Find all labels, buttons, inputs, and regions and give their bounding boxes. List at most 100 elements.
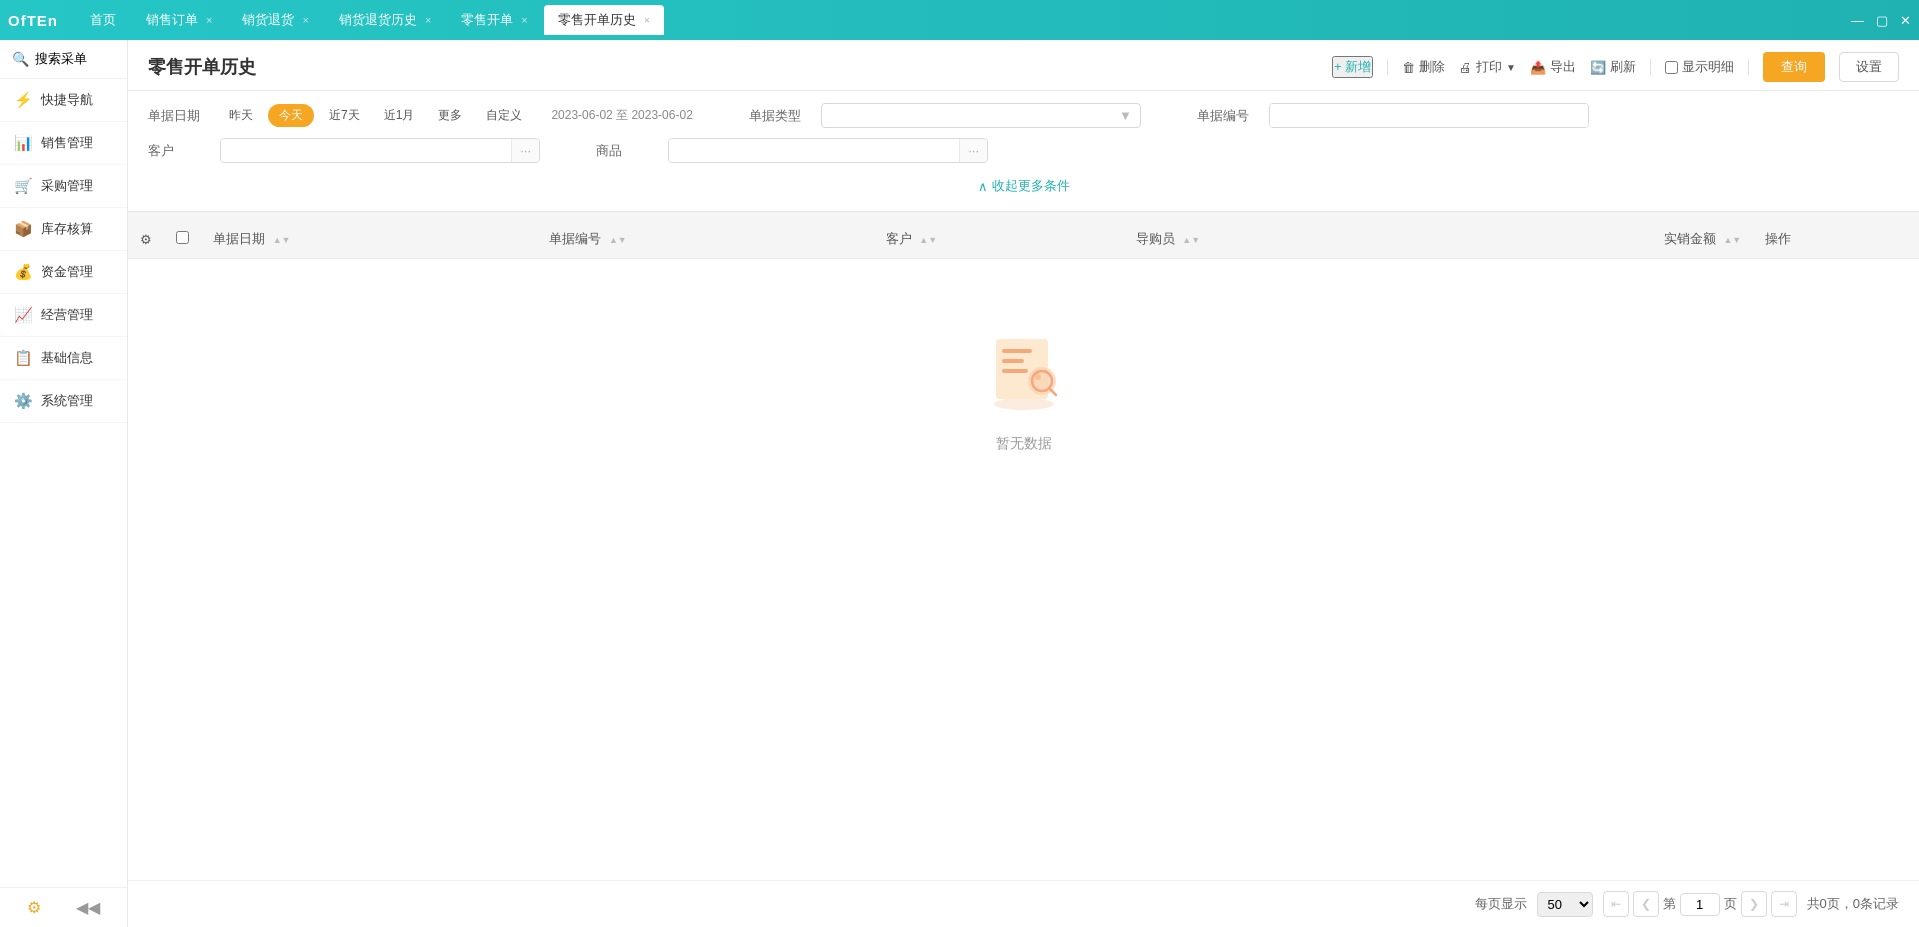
top-bar: OfTEn 首页销售订单×销货退货×销货退货历史×零售开单×零售开单历史× — … (0, 0, 1919, 40)
page-total: 共0页，0条记录 (1807, 895, 1899, 913)
prev-page-btn[interactable]: ❮ (1633, 891, 1659, 917)
collapse-sidebar-icon[interactable]: ◀◀ (76, 898, 100, 917)
customer-input[interactable] (221, 139, 511, 162)
sidebar-item-sales-mgmt[interactable]: 📊 销售管理 (0, 122, 127, 165)
th-date: 单据日期 ▲▼ (201, 220, 537, 259)
print-dropdown-icon: ▼ (1506, 62, 1516, 73)
sidebar-search[interactable]: 🔍 搜索采单 (0, 40, 127, 79)
display-cols-input[interactable] (1665, 61, 1678, 74)
last-page-btn[interactable]: ⇥ (1771, 891, 1797, 917)
maximize-btn[interactable]: ▢ (1876, 13, 1888, 28)
select-all-checkbox[interactable] (176, 231, 189, 244)
export-icon: 📤 (1530, 60, 1546, 75)
bill-type-dropdown[interactable]: ▼ (821, 103, 1141, 128)
date-filter-label: 单据日期 (148, 107, 204, 125)
goods-input[interactable] (669, 139, 959, 162)
sidebar-search-label: 搜索采单 (35, 50, 87, 68)
page-number-input[interactable] (1680, 893, 1720, 916)
page-size-select[interactable]: 10 20 50 100 (1537, 892, 1593, 917)
bill-no-input[interactable] (1270, 104, 1588, 127)
sidebar-item-business[interactable]: 📈 经营管理 (0, 294, 127, 337)
tab-label-sales-order: 销售订单 (146, 11, 198, 29)
tab-label-home: 首页 (90, 11, 116, 29)
th-settings[interactable]: ⚙ (128, 220, 164, 259)
sidebar-item-basic-info[interactable]: 📋 基础信息 (0, 337, 127, 380)
sort-no-icon[interactable]: ▲▼ (609, 235, 627, 245)
tab-retail-open-history[interactable]: 零售开单历史× (544, 5, 664, 35)
sort-amount-icon[interactable]: ▲▼ (1723, 235, 1741, 245)
print-button[interactable]: 🖨 打印 ▼ (1459, 58, 1516, 76)
bill-no-label: 单据编号 (1197, 107, 1253, 125)
tabs-container: 首页销售订单×销货退货×销货退货历史×零售开单×零售开单历史× (76, 5, 664, 35)
next-page-btn[interactable]: ❯ (1741, 891, 1767, 917)
sidebar-label-basic-info: 基础信息 (41, 349, 93, 367)
tab-sales-return[interactable]: 销货退货 × (228, 5, 322, 35)
refresh-button[interactable]: 🔄 刷新 (1590, 58, 1636, 76)
delete-button[interactable]: 🗑 删除 (1402, 58, 1445, 76)
sidebar-menu: ⚡ 快捷导航 📊 销售管理 🛒 采购管理 📦 库存核算 💰 资金管理 📈 经营管… (0, 79, 127, 887)
export-button[interactable]: 📤 导出 (1530, 58, 1576, 76)
tab-bar: OfTEn 首页销售订单×销货退货×销货退货历史×零售开单×零售开单历史× (8, 5, 1851, 35)
sort-customer-icon[interactable]: ▲▼ (919, 235, 937, 245)
date-filters: 昨天 今天 近7天 近1月 更多 自定义 (220, 104, 531, 127)
empty-icon (974, 319, 1074, 419)
filter-row-2: 客户 ··· 商品 ··· (148, 138, 1899, 163)
date-1month[interactable]: 近1月 (375, 104, 424, 127)
query-button[interactable]: 查询 (1763, 52, 1825, 82)
customer-label: 客户 (148, 142, 204, 160)
sidebar-icon-sales-mgmt: 📊 (14, 134, 33, 152)
goods-ellipsis-btn[interactable]: ··· (959, 139, 987, 162)
display-cols-checkbox[interactable]: 显示明细 (1665, 58, 1734, 76)
print-label: 打印 (1476, 58, 1502, 76)
svg-point-8 (1035, 374, 1041, 380)
sort-date-icon[interactable]: ▲▼ (273, 235, 291, 245)
sidebar-icon-finance: 💰 (14, 263, 33, 281)
refresh-label: 刷新 (1610, 58, 1636, 76)
first-page-btn[interactable]: ⇤ (1603, 891, 1629, 917)
collapse-btn[interactable]: ∧ 收起更多条件 (148, 173, 1899, 199)
tab-label-retail-open: 零售开单 (461, 11, 513, 29)
date-7days[interactable]: 近7天 (320, 104, 369, 127)
date-more[interactable]: 更多 (429, 104, 471, 127)
svg-rect-4 (1002, 369, 1028, 373)
customer-input-wrap: ··· (220, 138, 540, 163)
bill-type-arrow-icon: ▼ (1119, 108, 1132, 123)
print-icon: 🖨 (1459, 60, 1472, 75)
sidebar-label-purchase-mgmt: 采购管理 (41, 177, 93, 195)
date-custom[interactable]: 自定义 (477, 104, 531, 127)
table-header: ⚙ 单据日期 ▲▼ 单据编号 ▲▼ 客户 (128, 220, 1919, 259)
tab-close-sales-order[interactable]: × (206, 14, 212, 26)
setting-button[interactable]: 设置 (1839, 52, 1899, 82)
add-button[interactable]: + 新增 (1332, 56, 1373, 78)
tab-close-retail-open[interactable]: × (521, 14, 527, 26)
close-btn[interactable]: ✕ (1900, 13, 1911, 28)
goods-input-wrap: ··· (668, 138, 988, 163)
sidebar-item-finance[interactable]: 💰 资金管理 (0, 251, 127, 294)
customer-ellipsis-btn[interactable]: ··· (511, 139, 539, 162)
delete-label: 删除 (1419, 58, 1445, 76)
filter-area: 单据日期 昨天 今天 近7天 近1月 更多 自定义 2023-06-02 至 2… (128, 91, 1919, 212)
date-today[interactable]: 今天 (268, 104, 314, 127)
tab-home[interactable]: 首页 (76, 5, 130, 35)
tab-close-sales-return-history[interactable]: × (425, 14, 431, 26)
sidebar: 🔍 搜索采单 ⚡ 快捷导航 📊 销售管理 🛒 采购管理 📦 库存核算 💰 资金管… (0, 40, 128, 927)
sidebar-label-business: 经营管理 (41, 306, 93, 324)
sidebar-item-purchase-mgmt[interactable]: 🛒 采购管理 (0, 165, 127, 208)
tab-label-sales-return: 销货退货 (242, 11, 294, 29)
table-wrap: ⚙ 单据日期 ▲▼ 单据编号 ▲▼ 客户 (128, 220, 1919, 927)
tab-label-sales-return-history: 销货退货历史 (339, 11, 417, 29)
date-yesterday[interactable]: 昨天 (220, 104, 262, 127)
sidebar-label-finance: 资金管理 (41, 263, 93, 281)
settings-gear-icon[interactable]: ⚙ (27, 898, 41, 917)
sidebar-item-sys-mgmt[interactable]: ⚙️ 系统管理 (0, 380, 127, 423)
tab-close-sales-return[interactable]: × (302, 14, 308, 26)
tab-sales-order[interactable]: 销售订单 × (132, 5, 226, 35)
tab-sales-return-history[interactable]: 销货退货历史 × (325, 5, 445, 35)
tab-close-retail-open-history[interactable]: × (644, 14, 650, 26)
sidebar-item-quick-nav[interactable]: ⚡ 快捷导航 (0, 79, 127, 122)
tab-retail-open[interactable]: 零售开单 × (447, 5, 541, 35)
page-title: 零售开单历史 (148, 55, 256, 79)
minimize-btn[interactable]: — (1851, 13, 1864, 28)
sort-guide-icon[interactable]: ▲▼ (1182, 235, 1200, 245)
sidebar-item-inventory[interactable]: 📦 库存核算 (0, 208, 127, 251)
